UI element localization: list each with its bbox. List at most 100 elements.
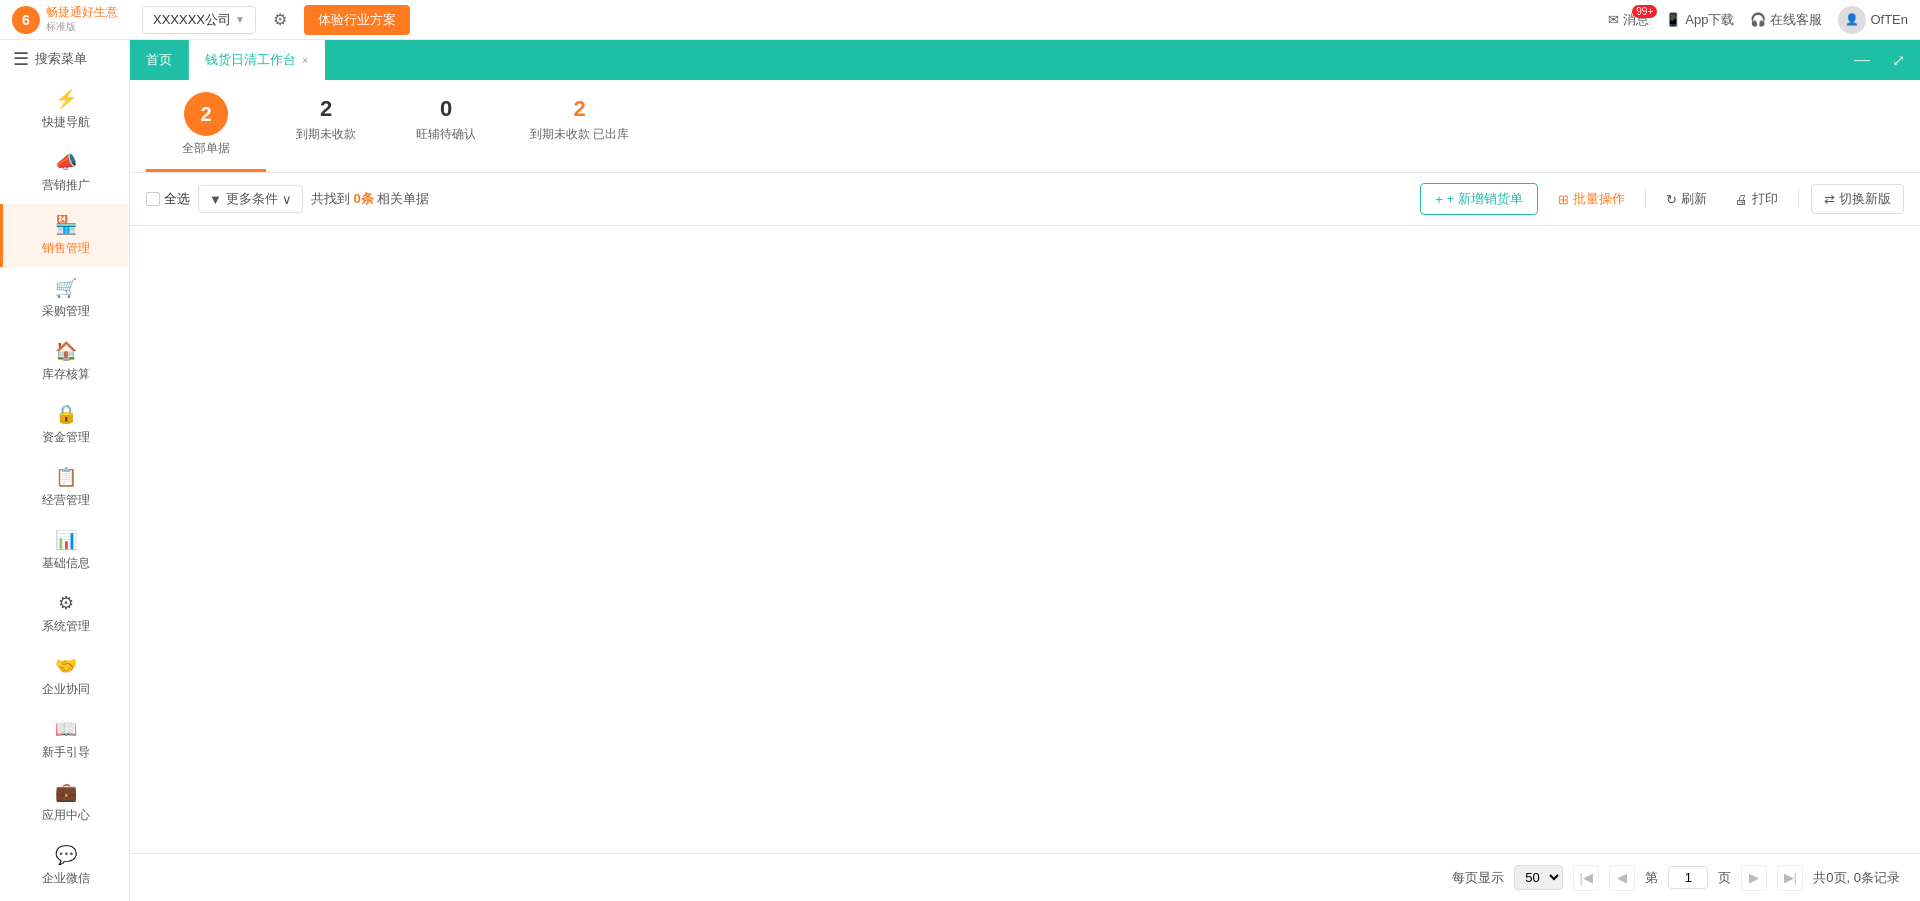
sidebar-item-enterprise[interactable]: 🤝 企业协同 xyxy=(0,645,129,708)
sidebar-item-wechat[interactable]: 💬 企业微信 xyxy=(0,834,129,897)
filter-chevron-icon: ∨ xyxy=(282,192,292,207)
stat-tab-wangfu[interactable]: 0 旺辅待确认 xyxy=(386,80,506,172)
filter-btn-label: 更多条件 xyxy=(226,190,278,208)
tab-bar: 首页 钱货日清工作台 × — ⤢ xyxy=(130,40,1920,80)
sidebar-item-label-apps: 应用中心 xyxy=(42,807,90,824)
stats-tabs: 2 全部单据 2 到期未收款 0 旺辅待确认 2 到期未收款 已出库 xyxy=(130,80,1920,173)
next-page-button[interactable]: ▶ xyxy=(1741,865,1767,891)
per-page-label: 每页显示 xyxy=(1452,869,1504,887)
switch-version-button[interactable]: ⇄ 切换新版 xyxy=(1811,184,1904,214)
quick-nav-icon: ⚡ xyxy=(55,88,77,110)
system-icon: ⚙ xyxy=(58,592,74,614)
tab-home-label: 首页 xyxy=(146,51,172,69)
batch-btn-label: 批量操作 xyxy=(1573,190,1625,208)
sidebar-item-purchase[interactable]: 🛒 采购管理 xyxy=(0,267,129,330)
app-download-item[interactable]: 📱 App下载 xyxy=(1665,11,1734,29)
sidebar-item-sales[interactable]: 🏪 销售管理 xyxy=(0,204,129,267)
sidebar-item-label-purchase: 采购管理 xyxy=(42,303,90,320)
toolbar-divider xyxy=(1645,189,1646,209)
stat-num-all: 2 xyxy=(184,92,228,136)
enterprise-icon: 🤝 xyxy=(55,655,77,677)
pagination-bar: 每页显示 50 |◀ ◀ 第 页 ▶ ▶| 共0页, 0条记录 xyxy=(130,853,1920,901)
sidebar-item-inventory[interactable]: 🏠 库存核算 xyxy=(0,330,129,393)
sidebar-item-search[interactable]: ☰ 搜索菜单 xyxy=(0,40,129,78)
top-right-area: ✉ 消息 99+ 📱 App下载 🎧 在线客服 👤 OfTEn xyxy=(1608,6,1908,34)
prev-page-button[interactable]: ◀ xyxy=(1609,865,1635,891)
select-all-text: 全选 xyxy=(164,190,190,208)
sidebar-item-basic-info[interactable]: 📊 基础信息 xyxy=(0,519,129,582)
plus-icon: + xyxy=(1435,192,1443,207)
stat-tab-all[interactable]: 2 全部单据 xyxy=(146,80,266,172)
total-info: 共0页, 0条记录 xyxy=(1813,869,1900,887)
top-bar: 6 畅捷通好生意 标准版 XXXXXX公司 ▼ ⚙ 体验行业方案 ✉ 消息 99… xyxy=(0,0,1920,40)
finance-icon: 🔒 xyxy=(55,403,77,425)
sidebar-item-marketing[interactable]: 📣 营销推广 xyxy=(0,141,129,204)
sidebar-item-apps[interactable]: 💼 应用中心 xyxy=(0,771,129,834)
batch-operation-button[interactable]: ⊞ 批量操作 xyxy=(1550,186,1633,212)
sales-icon: 🏪 xyxy=(55,214,77,236)
chevron-down-icon: ▼ xyxy=(235,14,245,25)
sidebar-item-guide[interactable]: 📖 新手引导 xyxy=(0,708,129,771)
tab-close-icon[interactable]: × xyxy=(302,54,308,66)
stat-tab-shipped[interactable]: 2 到期未收款 已出库 xyxy=(506,80,653,172)
company-name: XXXXXX公司 xyxy=(153,11,231,29)
trial-button[interactable]: 体验行业方案 xyxy=(304,5,410,35)
app-name: 畅捷通好生意 xyxy=(46,5,118,21)
tab-home[interactable]: 首页 xyxy=(130,40,189,80)
phone-icon: 📱 xyxy=(1665,12,1681,27)
new-order-button[interactable]: + + 新增销货单 xyxy=(1420,183,1538,215)
sidebar-item-operations[interactable]: 📋 经营管理 xyxy=(0,456,129,519)
select-all-checkbox[interactable] xyxy=(146,192,160,206)
inventory-icon: 🏠 xyxy=(55,340,77,362)
online-service-item[interactable]: 🎧 在线客服 xyxy=(1750,11,1822,29)
sidebar-item-label-search: 搜索菜单 xyxy=(35,50,87,68)
sidebar-item-quick-nav[interactable]: ⚡ 快捷导航 xyxy=(0,78,129,141)
stat-label-shipped: 到期未收款 已出库 xyxy=(530,126,629,143)
inner-content: 2 全部单据 2 到期未收款 0 旺辅待确认 2 到期未收款 已出库 xyxy=(130,80,1920,901)
messages-item[interactable]: ✉ 消息 99+ xyxy=(1608,11,1649,29)
last-page-button[interactable]: ▶| xyxy=(1777,865,1803,891)
avatar: 👤 xyxy=(1838,6,1866,34)
search-menu-icon: ☰ xyxy=(13,48,29,70)
tab-expand-button[interactable]: ⤢ xyxy=(1884,46,1912,74)
print-button[interactable]: 🖨 打印 xyxy=(1727,186,1786,212)
sidebar-item-label-basic-info: 基础信息 xyxy=(42,555,90,572)
first-page-button[interactable]: |◀ xyxy=(1573,865,1599,891)
sidebar-item-finance[interactable]: 🔒 资金管理 xyxy=(0,393,129,456)
tab-bar-actions: — ⤢ xyxy=(1848,40,1920,80)
sidebar-item-label-guide: 新手引导 xyxy=(42,744,90,761)
page-number-input[interactable] xyxy=(1668,866,1708,889)
toolbar-right: + + 新增销货单 ⊞ 批量操作 ↻ 刷新 🖨 打印 xyxy=(1420,183,1904,215)
main-layout: ☰ 搜索菜单 ⚡ 快捷导航 📣 营销推广 🏪 销售管理 🛒 采购管理 🏠 库存核… xyxy=(0,40,1920,901)
app-version: 标准版 xyxy=(46,20,118,34)
user-name: OfTEn xyxy=(1870,12,1908,27)
print-label: 打印 xyxy=(1752,190,1778,208)
online-service-label: 在线客服 xyxy=(1770,11,1822,29)
batch-icon: ⊞ xyxy=(1558,192,1569,207)
toolbar-divider-2 xyxy=(1798,189,1799,209)
found-count: 0条 xyxy=(354,191,374,206)
refresh-button[interactable]: ↻ 刷新 xyxy=(1658,186,1715,212)
tab-minimize-button[interactable]: — xyxy=(1848,46,1876,74)
sidebar: ☰ 搜索菜单 ⚡ 快捷导航 📣 营销推广 🏪 销售管理 🛒 采购管理 🏠 库存核… xyxy=(0,40,130,901)
company-selector[interactable]: XXXXXX公司 ▼ xyxy=(142,6,256,34)
logo-icon: 6 xyxy=(12,6,40,34)
logo-area: 6 畅捷通好生意 标准版 xyxy=(12,5,142,35)
sidebar-item-label-marketing: 营销推广 xyxy=(42,177,90,194)
sidebar-item-label-enterprise: 企业协同 xyxy=(42,681,90,698)
stat-label-overdue: 到期未收款 xyxy=(296,126,356,143)
sidebar-item-label-sales: 销售管理 xyxy=(42,240,90,257)
sidebar-item-system[interactable]: ⚙ 系统管理 xyxy=(0,582,129,645)
guide-icon: 📖 xyxy=(55,718,77,740)
settings-icon[interactable]: ⚙ xyxy=(266,6,294,34)
basic-info-icon: 📊 xyxy=(55,529,77,551)
avatar-item[interactable]: 👤 OfTEn xyxy=(1838,6,1908,34)
tab-active[interactable]: 钱货日清工作台 × xyxy=(189,40,325,80)
select-all-label[interactable]: 全选 xyxy=(146,190,190,208)
new-order-label: + 新增销货单 xyxy=(1447,190,1523,208)
sidebar-item-member[interactable]: ♛ 畅会员 xyxy=(0,897,129,901)
filter-button[interactable]: ▼ 更多条件 ∨ xyxy=(198,185,303,213)
per-page-select[interactable]: 50 xyxy=(1514,865,1563,890)
stat-tab-overdue[interactable]: 2 到期未收款 xyxy=(266,80,386,172)
toolbar: 全选 ▼ 更多条件 ∨ 共找到 0条 相关单据 + xyxy=(130,173,1920,226)
